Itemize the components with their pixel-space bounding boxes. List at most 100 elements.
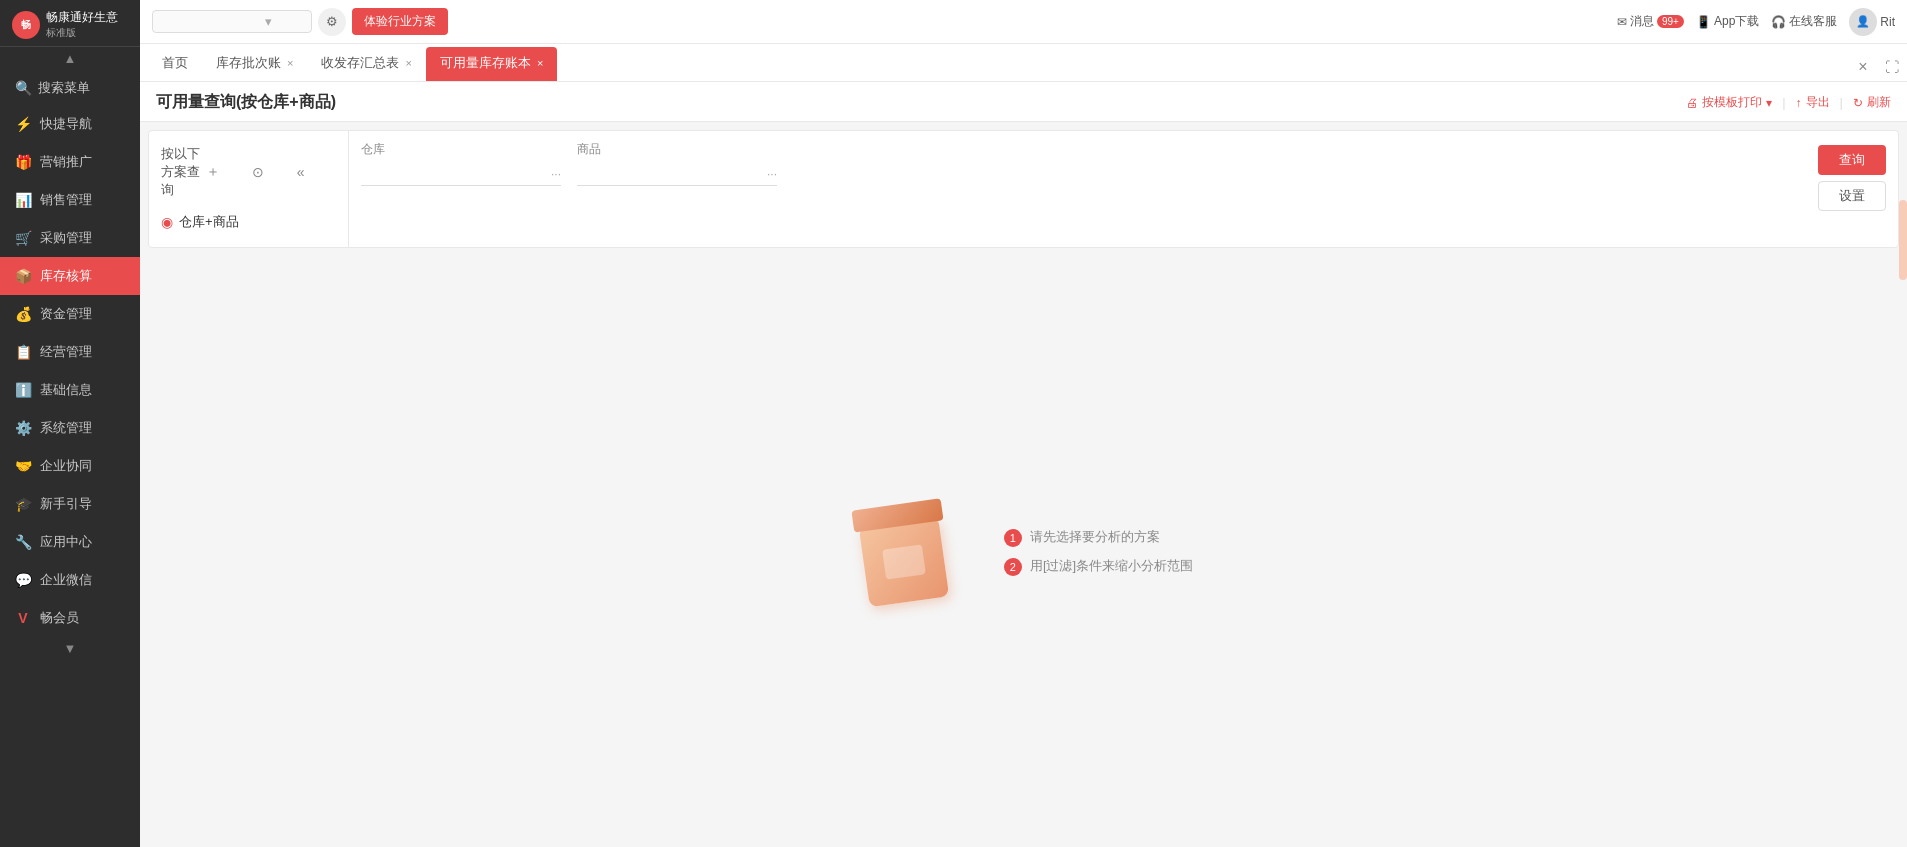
collapse-scheme-button[interactable]: «	[297, 164, 336, 180]
tab-receipt-summary[interactable]: 收发存汇总表 ×	[307, 47, 425, 81]
sidebar-item-member-label: 畅会员	[40, 609, 79, 627]
settings-button[interactable]: 设置	[1818, 181, 1886, 211]
sidebar-item-basicinfo-label: 基础信息	[40, 381, 92, 399]
gift-icon: 🎁	[14, 154, 32, 170]
sidebar-item-corpwechat[interactable]: 💬 企业微信	[0, 561, 140, 599]
scheme-icon: ◉	[161, 214, 173, 230]
sidebar-item-search[interactable]: 🔍 搜索菜单	[0, 71, 140, 105]
biz-icon: 📋	[14, 344, 32, 360]
scheme-item-label: 仓库+商品	[179, 213, 239, 231]
print-template-button[interactable]: 🖨 按模板打印 ▾	[1686, 94, 1772, 111]
actions-divider2: |	[1840, 95, 1843, 110]
query-panel: 按以下方案查询 ＋ ⊙ « ◉ 仓库+商品 仓库 ···	[148, 130, 1899, 248]
tab-receipt-summary-close[interactable]: ×	[405, 57, 411, 69]
page-header: 可用量查询(按仓库+商品) 🖨 按模板打印 ▾ | ↑ 导出 | ↻ 刷新	[140, 82, 1907, 122]
tab-home[interactable]: 首页	[148, 47, 202, 81]
message-badge: 99+	[1657, 15, 1684, 28]
query-fields-area: 仓库 ··· 商品 ··· 查询 设置	[349, 131, 1898, 247]
warehouse-input[interactable]	[361, 166, 545, 181]
sidebar-item-appcenter[interactable]: 🔧 应用中心	[0, 523, 140, 561]
warehouse-label: 仓库	[361, 141, 561, 158]
message-icon: ✉	[1617, 15, 1627, 29]
right-scrollbar[interactable]	[1899, 200, 1907, 280]
message-button[interactable]: ✉ 消息 99+	[1617, 13, 1684, 30]
sidebar-item-enterprise[interactable]: 🤝 企业协同	[0, 447, 140, 485]
topbar-left: ▾ ⚙ 体验行业方案	[152, 8, 1609, 36]
refresh-button[interactable]: ↻ 刷新	[1853, 94, 1891, 111]
query-scheme-header-label: 按以下方案查询	[161, 145, 200, 199]
query-actions: 查询 设置	[1818, 141, 1886, 211]
sidebar-item-fund[interactable]: 💰 资金管理	[0, 295, 140, 333]
topbar-search-input[interactable]	[161, 15, 261, 29]
sidebar-item-bizmgmt-label: 经营管理	[40, 343, 92, 361]
topbar-search-area: ▾	[152, 10, 312, 33]
sidebar-item-marketing-label: 营销推广	[40, 153, 92, 171]
chevron-down-icon[interactable]: ▾	[265, 14, 272, 29]
message-label: 消息	[1630, 13, 1654, 30]
hint-text-1: 请先选择要分析的方案	[1030, 528, 1160, 546]
empty-box-graphic	[859, 516, 949, 606]
tab-batch-account[interactable]: 库存批次账 ×	[202, 47, 307, 81]
sidebar-item-corpwechat-label: 企业微信	[40, 571, 92, 589]
sidebar-item-marketing[interactable]: 🎁 营销推广	[0, 143, 140, 181]
sidebar-subtitle: 标准版	[46, 26, 118, 40]
app-download-label: App下载	[1714, 13, 1759, 30]
topbar-gear-button[interactable]: ⚙	[318, 8, 346, 36]
scheme-item-warehouse-goods[interactable]: ◉ 仓库+商品	[149, 207, 348, 237]
vip-icon: V	[14, 610, 32, 626]
sidebar-brand: 畅康通好生意 标准版	[46, 10, 118, 40]
box-icon: 📦	[14, 268, 32, 284]
shortcut-icon: ⚡	[14, 116, 32, 132]
sidebar-item-search-label: 搜索菜单	[38, 79, 90, 97]
app-icon: 🔧	[14, 534, 32, 550]
tab-available-ledger-close[interactable]: ×	[537, 57, 543, 69]
sidebar-item-guide[interactable]: 🎓 新手引导	[0, 485, 140, 523]
manage-scheme-button[interactable]: ⊙	[252, 164, 291, 180]
goods-input-wrapper: ···	[577, 162, 777, 186]
online-service-label: 在线客服	[1789, 13, 1837, 30]
app-download-button[interactable]: 📱 App下载	[1696, 13, 1759, 30]
sidebar-item-inventory[interactable]: 📦 库存核算	[0, 257, 140, 295]
sidebar-scroll-up[interactable]: ▲	[0, 47, 140, 71]
sidebar-item-bizmgmt[interactable]: 📋 经营管理	[0, 333, 140, 371]
sidebar-item-system[interactable]: ⚙️ 系统管理	[0, 409, 140, 447]
goods-more-button[interactable]: ···	[767, 167, 777, 181]
export-button[interactable]: ↑ 导出	[1796, 94, 1830, 111]
sidebar-scroll-down[interactable]: ▼	[0, 637, 140, 661]
query-scheme-panel: 按以下方案查询 ＋ ⊙ « ◉ 仓库+商品	[149, 131, 349, 247]
goods-label: 商品	[577, 141, 777, 158]
hint-item-1: 1 请先选择要分析的方案	[1004, 528, 1193, 547]
hint-item-2: 2 用[过滤]条件来缩小分析范围	[1004, 557, 1193, 576]
sidebar-item-shortcut[interactable]: ⚡ 快捷导航	[0, 105, 140, 143]
sidebar-item-sales[interactable]: 📊 销售管理	[0, 181, 140, 219]
goods-field: 商品 ···	[577, 141, 777, 186]
sidebar-item-member[interactable]: V 畅会员	[0, 599, 140, 637]
tabs-right: × ⛶	[1849, 53, 1899, 81]
user-profile-button[interactable]: 👤 Rit	[1849, 8, 1895, 36]
sidebar-item-shortcut-label: 快捷导航	[40, 115, 92, 133]
tabs-expand-button[interactable]: ⛶	[1885, 59, 1899, 75]
topbar: ▾ ⚙ 体验行业方案 ✉ 消息 99+ 📱 App下载 🎧 在线客服 👤 Rit	[140, 0, 1907, 44]
empty-state: 1 请先选择要分析的方案 2 用[过滤]条件来缩小分析范围	[140, 256, 1907, 847]
sidebar-item-guide-label: 新手引导	[40, 495, 92, 513]
page-header-actions: 🖨 按模板打印 ▾ | ↑ 导出 | ↻ 刷新	[1686, 94, 1891, 111]
hint-num-2: 2	[1004, 558, 1022, 576]
warehouse-more-button[interactable]: ···	[551, 167, 561, 181]
online-service-button[interactable]: 🎧 在线客服	[1771, 13, 1837, 30]
actions-divider: |	[1782, 95, 1785, 110]
tab-batch-account-close[interactable]: ×	[287, 57, 293, 69]
tab-batch-account-label: 库存批次账	[216, 54, 281, 72]
query-button[interactable]: 查询	[1818, 145, 1886, 175]
avatar: 👤	[1849, 8, 1877, 36]
query-scheme-header: 按以下方案查询 ＋ ⊙ «	[149, 141, 348, 207]
goods-input[interactable]	[577, 166, 761, 181]
tab-available-ledger[interactable]: 可用量库存账本 ×	[426, 47, 557, 81]
sidebar-item-purchase[interactable]: 🛒 采购管理	[0, 219, 140, 257]
add-scheme-button[interactable]: ＋	[206, 163, 245, 181]
tabs-close-all-button[interactable]: ×	[1849, 53, 1877, 81]
sidebar-item-basicinfo[interactable]: ℹ️ 基础信息	[0, 371, 140, 409]
handshake-icon: 🤝	[14, 458, 32, 474]
sidebar-item-purchase-label: 采购管理	[40, 229, 92, 247]
industry-solution-button[interactable]: 体验行业方案	[352, 8, 448, 35]
chart-icon: 📊	[14, 192, 32, 208]
